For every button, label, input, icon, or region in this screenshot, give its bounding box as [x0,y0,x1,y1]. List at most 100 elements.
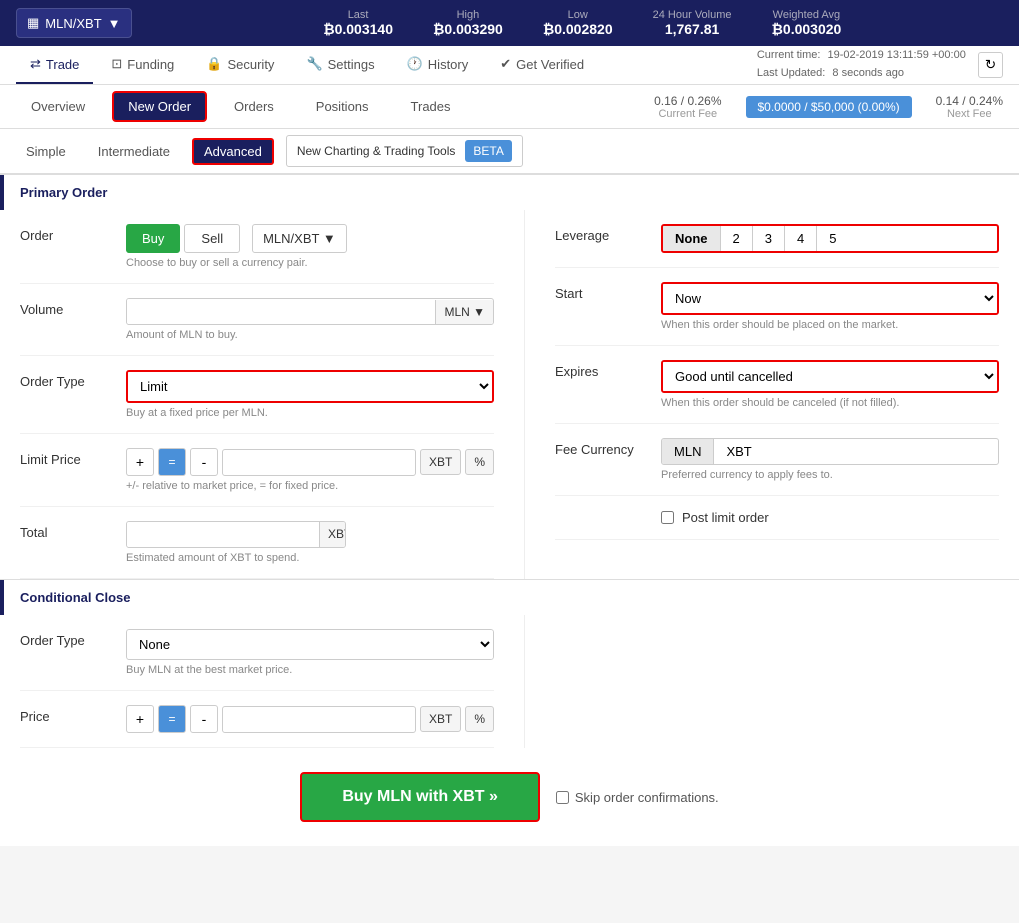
nav-bar: ⇄ Trade ⊡ Funding 🔒 Security 🔧 Settings … [0,46,1019,85]
cond-order-type-select[interactable]: None Limit Market [126,629,494,660]
current-fee: 0.16 / 0.26% Current Fee [654,94,721,120]
price-high: High ₿0.003290 [433,9,503,37]
limit-price-equals[interactable]: = [158,448,186,476]
expires-hint: When this order should be canceled (if n… [661,397,999,409]
order-row: Order Buy Sell MLN/XBT ▼ Choose to buy o… [20,210,494,284]
cond-price-minus[interactable]: - [190,705,218,733]
leverage-4[interactable]: 4 [785,226,817,251]
post-limit-spacer [555,510,645,514]
conditional-close-form: Order Type None Limit Market Buy MLN at … [0,615,1019,748]
buy-button[interactable]: Buy [126,224,180,253]
mode-tab-intermediate[interactable]: Intermediate [88,140,180,163]
sub-nav: Overview New Order Orders Positions Trad… [0,85,1019,129]
total-input[interactable] [127,522,319,547]
trade-icon: ⇄ [30,56,41,72]
ticker-label: MLN/XBT [45,16,101,31]
buy-mln-button[interactable]: Buy MLN with XBT » [300,772,540,822]
limit-price-unit: XBT [420,449,461,475]
fee-currency-mln[interactable]: MLN [662,439,714,464]
limit-price-field: + = - XBT % +/- relative to market price… [126,448,494,492]
price-last: Last ₿0.003140 [323,9,393,37]
start-select[interactable]: Now Scheduled [663,284,997,313]
nav-tab-security[interactable]: 🔒 Security [192,46,288,84]
main-content: Primary Order Order Buy Sell MLN/XBT ▼ C [0,174,1019,846]
expires-label: Expires [555,360,645,379]
total-field: XBT Estimated amount of XBT to spend. [126,521,494,564]
total-row: Total XBT Estimated amount of XBT to spe… [20,507,494,579]
limit-price-minus[interactable]: - [190,448,218,476]
sub-tab-trades[interactable]: Trades [396,92,466,121]
limit-price-plus[interactable]: + [126,448,154,476]
ticker-dropdown-icon: ▼ [108,16,121,31]
buy-action-area: Buy MLN with XBT » Skip order confirmati… [0,748,1019,846]
pair-dropdown-icon: ▼ [323,231,336,246]
total-unit: XBT [319,522,346,547]
leverage-2[interactable]: 2 [721,226,753,251]
nav-tab-history[interactable]: 🕐 History [393,46,483,84]
volume-field: MLN ▼ Amount of MLN to buy. [126,298,494,341]
order-buttons: Buy Sell MLN/XBT ▼ [126,224,494,253]
start-label: Start [555,282,645,301]
cond-price-label: Price [20,705,110,724]
sub-tab-orders[interactable]: Orders [219,92,289,121]
fee-currency-xbt[interactable]: XBT [714,439,763,464]
limit-price-group: + = - XBT % [126,448,494,476]
leverage-none[interactable]: None [663,226,721,251]
limit-price-input[interactable] [222,449,416,476]
post-limit-checkbox[interactable] [661,511,674,524]
nav-tab-funding[interactable]: ⊡ Funding [97,46,188,84]
price-volume: 24 Hour Volume 1,767.81 [653,9,732,37]
skip-confirm-checkbox[interactable] [556,791,569,804]
limit-price-label: Limit Price [20,448,110,467]
sell-button[interactable]: Sell [184,224,240,253]
start-field: Now Scheduled When this order should be … [661,282,999,331]
sub-tab-overview[interactable]: Overview [16,92,100,121]
leverage-5[interactable]: 5 [817,226,848,251]
chart-icon: ▦ [27,15,39,31]
primary-order-header: Primary Order [0,174,1019,210]
leverage-3[interactable]: 3 [753,226,785,251]
volume-label: Volume [20,298,110,317]
cond-price-equals[interactable]: = [158,705,186,733]
post-limit-field: Post limit order [661,510,999,525]
sub-tab-new-order[interactable]: New Order [112,91,207,122]
cond-price-input[interactable] [222,706,416,733]
nav-tab-trade[interactable]: ⇄ Trade [16,46,93,84]
expires-field: Good until cancelled Good till date When… [661,360,999,409]
nav-tab-settings[interactable]: 🔧 Settings [292,46,388,84]
total-label: Total [20,521,110,540]
cond-order-type-field: None Limit Market Buy MLN at the best ma… [126,629,494,676]
post-limit-group: Post limit order [661,510,999,525]
funding-icon: ⊡ [111,56,122,72]
cond-price-pct: % [465,706,494,732]
wrench-icon: 🔧 [306,56,322,72]
skip-confirm: Skip order confirmations. [556,790,719,805]
order-type-hint: Buy at a fixed price per MLN. [126,407,494,419]
volume-unit[interactable]: MLN ▼ [435,300,493,324]
form-left: Order Buy Sell MLN/XBT ▼ Choose to buy o… [20,210,524,579]
conditional-close-header: Conditional Close [0,579,1019,615]
order-label: Order [20,224,110,243]
ticker-selector[interactable]: ▦ MLN/XBT ▼ [16,8,132,38]
refresh-button[interactable]: ↻ [978,52,1003,78]
cond-price-field: + = - XBT % [126,705,494,733]
nav-time-info: Current time: 19-02-2019 13:11:59 +00:00… [757,47,966,82]
cond-order-type-label: Order Type [20,629,110,648]
leverage-label: Leverage [555,224,645,243]
nav-tab-get-verified[interactable]: ✔ Get Verified [486,46,598,84]
mode-bar: Simple Intermediate Advanced New Chartin… [0,129,1019,174]
charting-tools-button[interactable]: New Charting & Trading Tools BETA [286,135,523,167]
expires-select[interactable]: Good until cancelled Good till date [663,362,997,391]
cond-price-plus[interactable]: + [126,705,154,733]
volume-input[interactable] [127,299,435,324]
fee-bar: $0.0000 / $50,000 (0.00%) [746,96,912,118]
order-type-select[interactable]: Limit Market Stop Loss Take Profit [128,372,492,401]
mode-tab-simple[interactable]: Simple [16,140,76,163]
price-weighted-avg: Weighted Avg ₿0.003020 [772,9,842,37]
total-input-group: XBT [126,521,346,548]
skip-confirm-label: Skip order confirmations. [575,790,719,805]
pair-selector[interactable]: MLN/XBT ▼ [252,224,347,253]
limit-price-pct: % [465,449,494,475]
sub-tab-positions[interactable]: Positions [301,92,384,121]
mode-tab-advanced[interactable]: Advanced [192,138,274,165]
